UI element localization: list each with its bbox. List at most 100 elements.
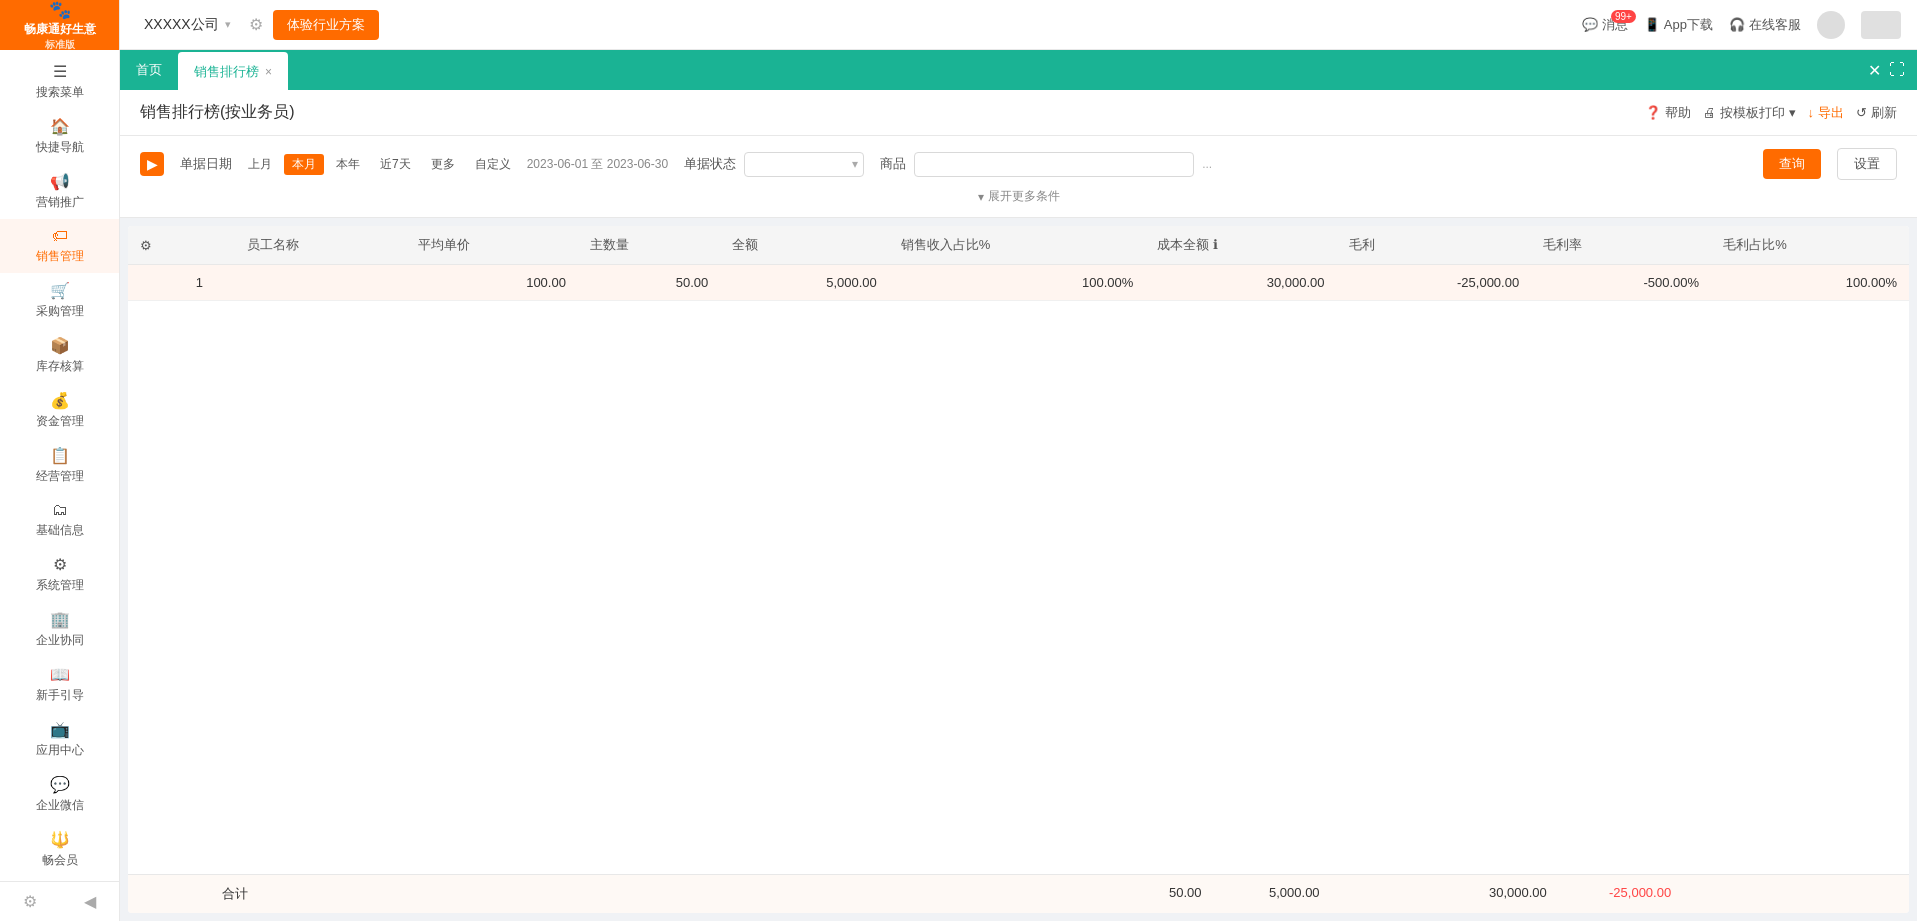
row-gross-rate: -500.00% [1531,265,1711,301]
help-label: 帮助 [1665,104,1691,122]
sidebar-item-system[interactable]: ⚙系统管理 [0,547,119,602]
date-range-display: 2023-06-01 至 2023-06-30 [527,156,668,173]
app-subtitle: 标准版 [24,38,96,51]
footer-total-label: 合计 [210,885,1057,903]
online-service-button[interactable]: 🎧 在线客服 [1729,16,1801,34]
guide-icon: 📖 [50,665,70,684]
sidebar-footer: ⚙ ◀ [0,881,119,921]
main-area: XXXXX公司 ▾ ⚙ 体验行业方案 💬 消息 99+ 📱 App下载 🎧 在线… [120,0,1917,921]
col-main-qty: 主数量 [578,226,720,265]
tab-home-label: 首页 [136,61,162,79]
template-print-button[interactable]: 🖨 按模板打印 ▾ [1703,104,1796,122]
sidebar-item-search[interactable]: ☰搜索菜单 [0,54,119,109]
expand-chevron-icon: ▾ [978,190,984,204]
row-sales-ratio: 100.00% [889,265,1146,301]
tab-close-all-icon[interactable]: ✕ [1868,61,1881,80]
row-gross-profit: -25,000.00 [1337,265,1532,301]
footer-amount: 5,000.00 [1257,885,1357,903]
date-tab-current-year[interactable]: 本年 [328,154,368,175]
data-table: ⚙ 员工名称 平均单价 主数量 全额 销售收入占比% 成本全额 ℹ 毛利 毛利率… [128,226,1909,301]
company-settings-icon[interactable]: ⚙ [249,15,263,34]
tab-expand-icon[interactable]: ⛶ [1889,61,1905,79]
settings-col-icon[interactable]: ⚙ [140,238,152,253]
tab-close-icon[interactable]: × [265,65,272,79]
row-avg-price: 100.00 [406,265,578,301]
goods-input[interactable] [914,152,1194,177]
settings-button[interactable]: 设置 [1837,148,1897,180]
date-tab-more[interactable]: 更多 [423,154,463,175]
sidebar-item-member[interactable]: 🔱 畅会员 [0,822,119,877]
date-tab-current-month[interactable]: 本月 [284,154,324,175]
sidebar-item-basic[interactable]: 🗂基础信息 [0,493,119,547]
table-row: 1 100.00 50.00 5,000.00 100.00% 30,000.0… [128,265,1909,301]
sidebar-item-shortcut[interactable]: 🏠快捷导航 [0,109,119,164]
row-rank: 1 [164,265,235,301]
sidebar-item-inventory[interactable]: 📦库存核算 [0,328,119,383]
refresh-button[interactable]: ↺ 刷新 [1856,104,1897,122]
footer-sales-ratio [1357,885,1477,903]
filter-area: ▶ 单据日期 上月 本月 本年 近7天 更多 自定义 2023-06-01 至 … [120,136,1917,218]
status-select[interactable] [744,152,864,177]
tab-sales-rank[interactable]: 销售排行榜 × [178,52,288,92]
marketing-icon: 📢 [50,172,70,191]
export-button[interactable]: ↓ 导出 [1808,104,1845,122]
tab-bar: 首页 销售排行榜 × ✕ ⛶ [120,50,1917,90]
col-gross-rate: 毛利率 [1531,226,1711,265]
table-scroll[interactable]: ⚙ 员工名称 平均单价 主数量 全额 销售收入占比% 成本全额 ℹ 毛利 毛利率… [128,226,1909,874]
sidebar-item-guide[interactable]: 📖新手引导 [0,657,119,712]
footer-main-qty: 50.00 [1157,885,1257,903]
sidebar-item-sales[interactable]: 🏷销售管理 [0,219,119,273]
sidebar-item-purchase[interactable]: 🛒采购管理 [0,273,119,328]
settings-footer-icon[interactable]: ⚙ [23,892,37,911]
print-dropdown-icon: ▾ [1789,105,1796,120]
operation-icon: 📋 [50,446,70,465]
date-tab-7days[interactable]: 近7天 [372,154,419,175]
trial-button[interactable]: 体验行业方案 [273,10,379,40]
sidebar-label-operation: 经营管理 [36,468,84,485]
row-main-qty: 50.00 [578,265,720,301]
filter-toggle-button[interactable]: ▶ [140,152,164,176]
search-button[interactable]: 查询 [1763,149,1821,179]
sidebar: 🐾 畅康通好生意 标准版 ☰搜索菜单🏠快捷导航📢营销推广🏷销售管理🛒采购管理📦库… [0,0,120,921]
footer-gross-ratio [1797,885,1897,903]
row-amount: 5,000.00 [720,265,889,301]
sidebar-label-inventory: 库存核算 [36,358,84,375]
purchase-icon: 🛒 [50,281,70,300]
sidebar-item-corp[interactable]: 🏢企业协同 [0,602,119,657]
sidebar-label-marketing: 营销推广 [36,194,84,211]
member-icon: 🔱 [50,830,70,849]
sidebar-label-app: 应用中心 [36,742,84,759]
sidebar-item-finance[interactable]: 💰资金管理 [0,383,119,438]
col-avg-price: 平均单价 [406,226,578,265]
message-icon: 💬 [1582,17,1598,32]
help-button[interactable]: ❓ 帮助 [1645,104,1691,122]
messages-button[interactable]: 💬 消息 99+ [1582,16,1628,34]
sidebar-label-member: 畅会员 [42,852,78,869]
sidebar-item-operation[interactable]: 📋 经营管理 [0,438,119,493]
more-filters-icon[interactable]: ... [1202,157,1212,171]
footer-spacer [140,885,170,903]
company-selector[interactable]: XXXXX公司 ▾ [136,12,239,38]
sidebar-item-marketing[interactable]: 📢 营销推广 [0,164,119,219]
shortcut-icon: 🏠 [50,117,70,136]
sidebar-label-finance: 资金管理 [36,413,84,430]
print-label: 按模板打印 [1720,104,1785,122]
print-icon: 🖨 [1703,105,1716,120]
basic-icon: 🗂 [52,501,68,519]
date-tab-prev-month[interactable]: 上月 [240,154,280,175]
collapse-sidebar-icon[interactable]: ◀ [84,892,96,911]
page-title: 销售排行榜(按业务员) [140,102,295,123]
user-name[interactable] [1861,11,1901,39]
user-avatar[interactable] [1817,11,1845,39]
tab-home[interactable]: 首页 [120,50,178,90]
export-label: 导出 [1818,104,1844,122]
date-tab-custom[interactable]: 自定义 [467,154,519,175]
expand-more-button[interactable]: ▾ 展开更多条件 [978,188,1060,205]
sidebar-item-app[interactable]: 📺应用中心 [0,712,119,767]
company-name: XXXXX公司 [144,16,219,34]
goods-filter-label: 商品 [880,155,906,173]
sidebar-item-wechat[interactable]: 💬企业微信 [0,767,119,822]
sidebar-label-wechat: 企业微信 [36,797,84,814]
row-gross-ratio: 100.00% [1711,265,1909,301]
app-download-button[interactable]: 📱 App下载 [1644,16,1713,34]
